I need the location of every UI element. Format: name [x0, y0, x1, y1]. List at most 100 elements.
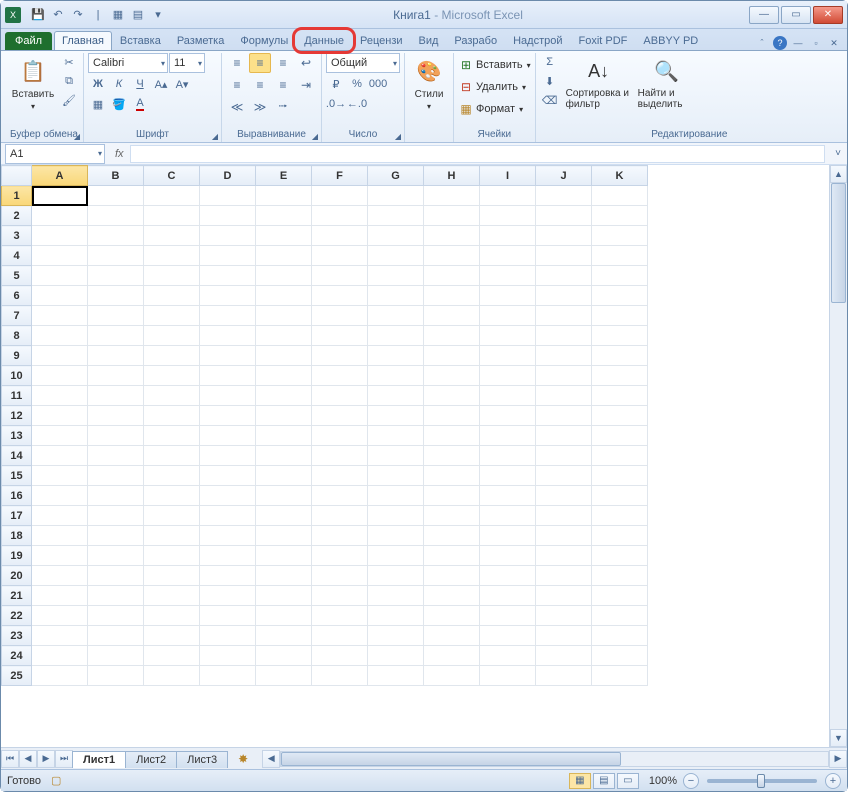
v-scroll-thumb[interactable] — [831, 183, 846, 303]
cell[interactable] — [536, 646, 592, 666]
cell[interactable] — [368, 226, 424, 246]
doc-restore-icon[interactable]: ▫ — [809, 36, 823, 50]
cell[interactable] — [88, 346, 144, 366]
cell[interactable] — [592, 606, 648, 626]
cell[interactable] — [536, 626, 592, 646]
cell[interactable] — [200, 606, 256, 626]
cell[interactable] — [144, 626, 200, 646]
qat-extra2-icon[interactable]: ▤ — [129, 6, 147, 24]
cell[interactable] — [144, 386, 200, 406]
cell[interactable] — [424, 186, 480, 206]
v-scroll-track[interactable] — [830, 183, 847, 729]
row-header[interactable]: 7 — [2, 306, 32, 326]
cell[interactable] — [592, 506, 648, 526]
styles-button[interactable]: 🎨 Стили ▾ — [409, 53, 449, 111]
cell[interactable] — [368, 546, 424, 566]
col-header[interactable]: F — [312, 166, 368, 186]
cell[interactable] — [424, 406, 480, 426]
cell[interactable] — [88, 406, 144, 426]
cell[interactable] — [368, 646, 424, 666]
row-header[interactable]: 4 — [2, 246, 32, 266]
cell[interactable] — [592, 326, 648, 346]
increase-decimal-icon[interactable]: .0→ — [326, 95, 346, 113]
cells-format-button[interactable]: ▦Формат▾ — [458, 99, 523, 119]
formula-input[interactable] — [130, 145, 825, 163]
cell[interactable] — [592, 666, 648, 686]
scroll-down-icon[interactable]: ▼ — [830, 729, 847, 747]
cell[interactable] — [312, 386, 368, 406]
cell[interactable] — [200, 286, 256, 306]
tab-formulas[interactable]: Формулы — [232, 31, 296, 50]
cell[interactable] — [144, 326, 200, 346]
cell[interactable] — [480, 426, 536, 446]
cell[interactable] — [480, 486, 536, 506]
row-header[interactable]: 13 — [2, 426, 32, 446]
cell[interactable] — [144, 666, 200, 686]
cell[interactable] — [592, 466, 648, 486]
row-header[interactable]: 23 — [2, 626, 32, 646]
cell[interactable] — [424, 286, 480, 306]
cell[interactable] — [256, 206, 312, 226]
cell[interactable] — [368, 406, 424, 426]
row-header[interactable]: 3 — [2, 226, 32, 246]
cell[interactable] — [312, 546, 368, 566]
sheet-prev-icon[interactable]: ◀ — [19, 750, 37, 768]
cell[interactable] — [536, 426, 592, 446]
cell[interactable] — [200, 366, 256, 386]
cell[interactable] — [536, 546, 592, 566]
tab-layout[interactable]: Разметка — [169, 31, 233, 50]
cell[interactable] — [256, 486, 312, 506]
cell[interactable] — [144, 586, 200, 606]
doc-close-icon[interactable]: ✕ — [827, 36, 841, 50]
cell[interactable] — [312, 306, 368, 326]
cell[interactable] — [536, 586, 592, 606]
cell[interactable] — [144, 266, 200, 286]
cell[interactable] — [480, 626, 536, 646]
cell[interactable] — [200, 466, 256, 486]
h-scroll-thumb[interactable] — [281, 752, 621, 766]
decrease-indent-icon[interactable]: ≪ — [226, 97, 248, 117]
row-header[interactable]: 25 — [2, 666, 32, 686]
cell[interactable] — [592, 266, 648, 286]
cell[interactable] — [536, 286, 592, 306]
row-header[interactable]: 17 — [2, 506, 32, 526]
row-header[interactable]: 22 — [2, 606, 32, 626]
cell[interactable] — [144, 606, 200, 626]
redo-icon[interactable]: ↷ — [69, 6, 87, 24]
cell[interactable] — [312, 666, 368, 686]
cell[interactable] — [88, 426, 144, 446]
cell[interactable] — [480, 306, 536, 326]
cell[interactable] — [32, 446, 88, 466]
cell[interactable] — [368, 266, 424, 286]
row-header[interactable]: 1 — [2, 186, 32, 206]
cell[interactable] — [144, 486, 200, 506]
tab-abbyy[interactable]: ABBYY PD — [635, 31, 706, 50]
border-icon[interactable]: ▦ — [88, 95, 108, 113]
number-format-combo[interactable]: Общий▾ — [326, 53, 400, 73]
cell[interactable] — [32, 566, 88, 586]
cell[interactable] — [480, 666, 536, 686]
sheet-tab[interactable]: Лист1 — [72, 751, 126, 768]
cell[interactable] — [536, 306, 592, 326]
cell[interactable] — [88, 326, 144, 346]
cell[interactable] — [480, 246, 536, 266]
cell[interactable] — [536, 466, 592, 486]
cell[interactable] — [424, 246, 480, 266]
cell[interactable] — [200, 566, 256, 586]
cell[interactable] — [480, 186, 536, 206]
cell[interactable] — [32, 326, 88, 346]
cell[interactable] — [592, 426, 648, 446]
cell[interactable] — [32, 346, 88, 366]
cell[interactable] — [424, 226, 480, 246]
view-page-layout-icon[interactable]: ▤ — [593, 773, 615, 789]
cell[interactable] — [144, 426, 200, 446]
cell[interactable] — [368, 246, 424, 266]
underline-button[interactable]: Ч — [130, 75, 150, 93]
cell[interactable] — [256, 426, 312, 446]
row-header[interactable]: 5 — [2, 266, 32, 286]
cell[interactable] — [88, 286, 144, 306]
cell[interactable] — [88, 506, 144, 526]
cell[interactable] — [312, 406, 368, 426]
doc-minimize-icon[interactable]: — — [791, 36, 805, 50]
cell[interactable] — [200, 246, 256, 266]
